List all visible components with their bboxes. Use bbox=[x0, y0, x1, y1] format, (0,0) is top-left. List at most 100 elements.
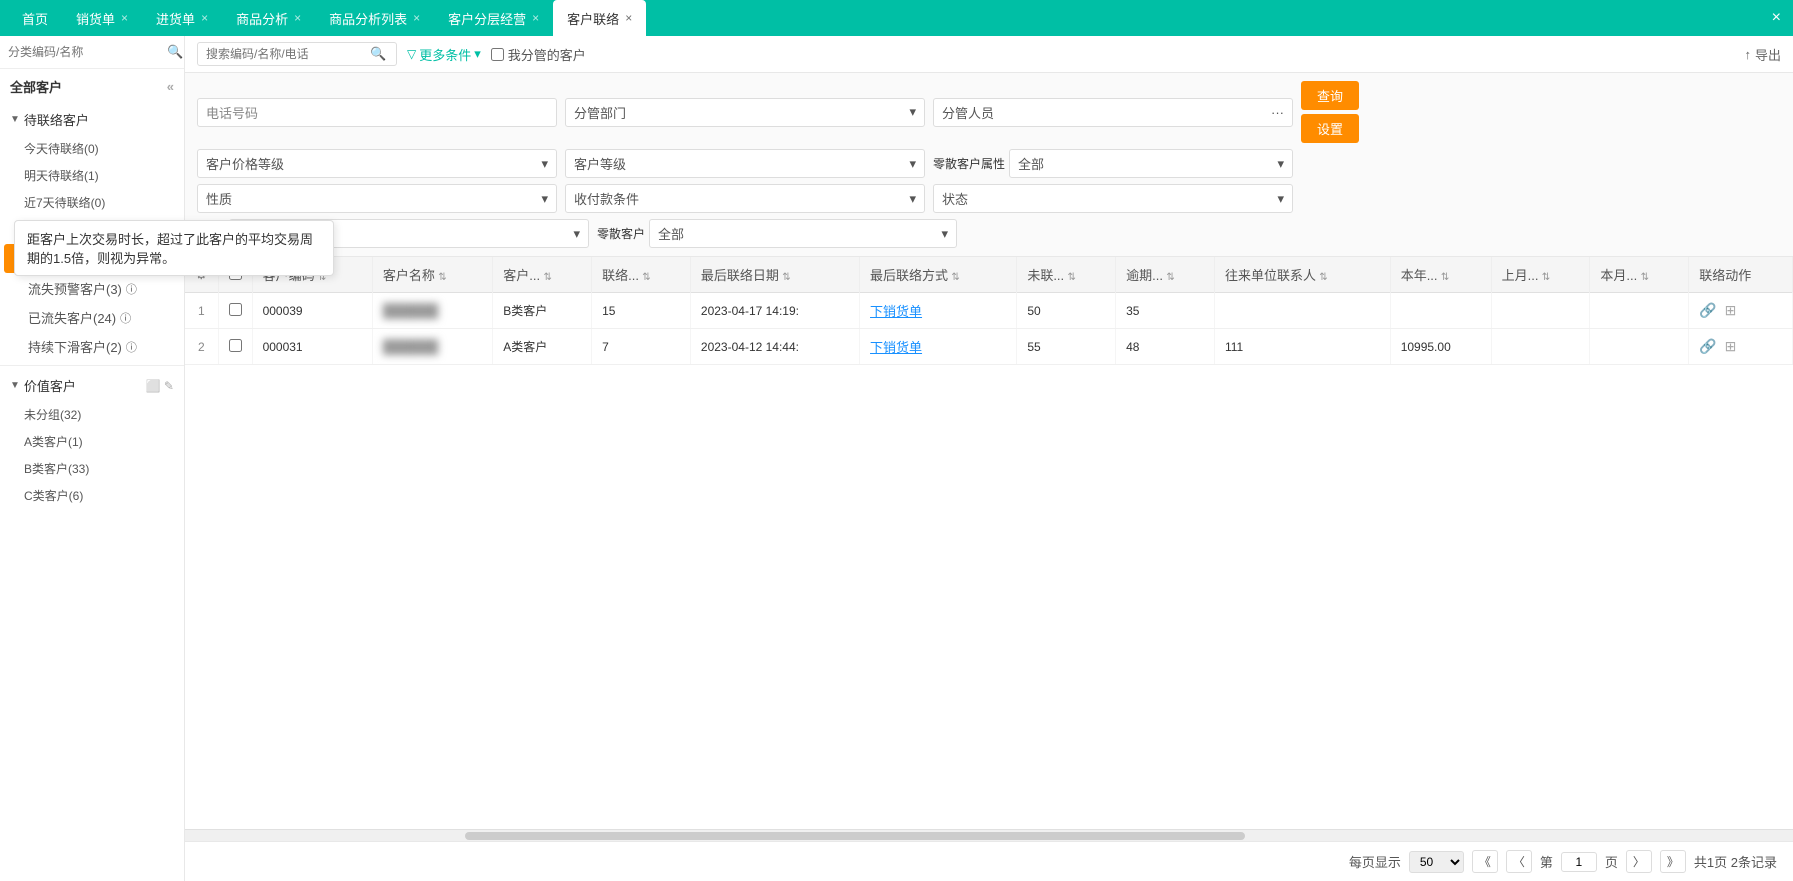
sidebar-divider bbox=[0, 365, 184, 366]
row1-last-method[interactable]: 下销货单 bbox=[860, 293, 1017, 329]
last-page-button[interactable]: 》 bbox=[1660, 850, 1686, 873]
per-page-select[interactable]: 50 100 200 bbox=[1409, 851, 1464, 873]
sidebar-item-7days[interactable]: 近7天待联络(0) bbox=[0, 189, 184, 216]
more-conditions-button[interactable]: ▽ 更多条件 ▾ bbox=[407, 45, 481, 64]
col-this-month[interactable]: 本月... ⇅ bbox=[1590, 257, 1689, 293]
nav-home[interactable]: 首页 bbox=[8, 0, 62, 36]
sidebar-item-class-a[interactable]: A类客户(1) bbox=[0, 428, 184, 455]
sidebar-section-value[interactable]: ▼ 价值客户 ⬜ ✎ bbox=[0, 370, 184, 401]
settings-button[interactable]: 设置 bbox=[1301, 114, 1359, 143]
sidebar-search-input[interactable] bbox=[8, 45, 163, 59]
row1-checkbox[interactable] bbox=[218, 293, 252, 329]
customer-type-chevron-icon: ▾ bbox=[573, 226, 580, 242]
row2-link-icon[interactable]: 🔗 bbox=[1699, 338, 1716, 355]
year-sort-icon: ⇅ bbox=[1441, 272, 1449, 283]
col-unit-contact[interactable]: 往来单位联系人 ⇅ bbox=[1214, 257, 1390, 293]
gender-select[interactable]: 性质 ▾ bbox=[197, 184, 557, 213]
info-icon-declining: ⓘ bbox=[126, 339, 137, 355]
main-search-input[interactable] bbox=[206, 47, 366, 61]
next-page-button[interactable]: 〉 bbox=[1626, 850, 1652, 873]
type-sort-icon: ⇅ bbox=[543, 272, 551, 283]
col-last-contact-date[interactable]: 最后联络日期 ⇅ bbox=[690, 257, 859, 293]
filter-row-1: 电话号码 分管部门 ▾ 分管人员 ··· 查询 设置 bbox=[197, 81, 1781, 143]
content-area: 🔍 ▽ 更多条件 ▾ 我分管的客户 ↑ 导出 电话号码 bbox=[185, 36, 1793, 881]
my-customer-checkbox[interactable]: 我分管的客户 bbox=[491, 45, 586, 64]
sidebar-item-tomorrow[interactable]: 明天待联络(1) bbox=[0, 162, 184, 189]
price-level-select[interactable]: 客户价格等级 ▾ bbox=[197, 149, 557, 178]
nav-product-analysis[interactable]: 商品分析 × bbox=[222, 0, 315, 36]
horizontal-scrollbar[interactable] bbox=[185, 829, 1793, 841]
row2-grid-icon[interactable]: ⊞ bbox=[1725, 338, 1737, 355]
col-contact-count[interactable]: 联络... ⇅ bbox=[592, 257, 691, 293]
row1-select-checkbox[interactable] bbox=[229, 303, 242, 316]
col-type[interactable]: 客户... ⇅ bbox=[493, 257, 592, 293]
retail-attr-select[interactable]: 全部 ▾ bbox=[1009, 149, 1293, 178]
row2-select-checkbox[interactable] bbox=[229, 339, 242, 352]
col-name[interactable]: 客户名称 ⇅ bbox=[372, 257, 492, 293]
overdue-sort-icon: ⇅ bbox=[1166, 272, 1174, 283]
sidebar-item-class-c[interactable]: C类客户(6) bbox=[0, 482, 184, 509]
info-icon-churned: ⓘ bbox=[120, 310, 131, 326]
gender-chevron-icon: ▾ bbox=[541, 191, 548, 207]
sidebar-collapse-icon[interactable]: « bbox=[167, 79, 174, 94]
sidebar-item-unclassified[interactable]: 未分组(32) bbox=[0, 401, 184, 428]
nav-customer-contact[interactable]: 客户联络 × bbox=[553, 0, 646, 36]
row2-index: 2 bbox=[185, 329, 218, 365]
payment-select[interactable]: 收付款条件 ▾ bbox=[565, 184, 925, 213]
date-sort-icon: ⇅ bbox=[782, 272, 790, 283]
row2-last-method[interactable]: 下销货单 bbox=[860, 329, 1017, 365]
window-close-button[interactable]: × bbox=[1772, 9, 1781, 27]
col-this-year[interactable]: 本年... ⇅ bbox=[1390, 257, 1491, 293]
customer-level-select[interactable]: 客户等级 ▾ bbox=[565, 149, 925, 178]
prev-page-button[interactable]: 〈 bbox=[1506, 850, 1532, 873]
close-sales-order-icon[interactable]: × bbox=[121, 11, 128, 25]
sidebar-item-class-b[interactable]: B类客户(33) bbox=[0, 455, 184, 482]
row1-link-icon[interactable]: 🔗 bbox=[1699, 302, 1716, 319]
edit-group-icon[interactable]: ⬜ ✎ bbox=[146, 379, 174, 393]
nav-purchase-order[interactable]: 进货单 × bbox=[142, 0, 222, 36]
manager-select[interactable]: 分管人员 ··· bbox=[933, 98, 1293, 127]
dept-select[interactable]: 分管部门 ▾ bbox=[565, 98, 925, 127]
unit-sort-icon: ⇅ bbox=[1319, 272, 1327, 283]
sidebar-item-today[interactable]: 今天待联络(0) bbox=[0, 135, 184, 162]
sidebar-item-churn-warning[interactable]: 流失预警客户(3) ⓘ bbox=[0, 274, 184, 303]
my-customer-check[interactable] bbox=[491, 48, 504, 61]
filter-bar: 🔍 ▽ 更多条件 ▾ 我分管的客户 ↑ 导出 bbox=[185, 36, 1793, 73]
scrollbar-thumb[interactable] bbox=[465, 832, 1245, 840]
col-overdue[interactable]: 逾期... ⇅ bbox=[1116, 257, 1215, 293]
row2-overdue: 48 bbox=[1116, 329, 1215, 365]
nav-customer-stratification[interactable]: 客户分层经营 × bbox=[434, 0, 553, 36]
main-layout: 🔍 全部客户 « ▼ 待联络客户 今天待联络(0) 明天待联络(1) 近7天待联… bbox=[0, 36, 1793, 881]
row1-type: B类客户 bbox=[493, 293, 592, 329]
sidebar-section-pending[interactable]: ▼ 待联络客户 bbox=[0, 104, 184, 135]
price-level-chevron-icon: ▾ bbox=[541, 156, 548, 172]
col-last-month[interactable]: 上月... ⇅ bbox=[1491, 257, 1590, 293]
page-number-input[interactable] bbox=[1561, 852, 1597, 872]
query-button[interactable]: 查询 bbox=[1301, 81, 1359, 110]
export-button[interactable]: ↑ 导出 bbox=[1744, 45, 1781, 64]
col-uncontact-days[interactable]: 未联... ⇅ bbox=[1017, 257, 1116, 293]
close-product-analysis-icon[interactable]: × bbox=[294, 11, 301, 25]
phone-field[interactable]: 电话号码 bbox=[197, 98, 557, 127]
main-search-icon[interactable]: 🔍 bbox=[370, 46, 386, 62]
filter-row-3: 性质 ▾ 收付款条件 ▾ 状态 ▾ bbox=[197, 184, 1781, 213]
sidebar-item-churned[interactable]: 已流失客户(24) ⓘ bbox=[0, 303, 184, 332]
col-last-contact-method[interactable]: 最后联络方式 ⇅ bbox=[860, 257, 1017, 293]
close-purchase-order-icon[interactable]: × bbox=[201, 11, 208, 25]
row2-code: 000031 bbox=[252, 329, 372, 365]
data-table-container: ⚙ 客户编码 ⇅ 客户名称 ⇅ 客户... ⇅ 联络... ⇅ 最后联络日期 ⇅… bbox=[185, 257, 1793, 829]
retail-customer-select[interactable]: 全部 ▾ bbox=[649, 219, 957, 248]
nav-sales-order[interactable]: 销货单 × bbox=[62, 0, 142, 36]
row2-type: A类客户 bbox=[493, 329, 592, 365]
status-select[interactable]: 状态 ▾ bbox=[933, 184, 1293, 213]
row2-checkbox[interactable] bbox=[218, 329, 252, 365]
first-page-button[interactable]: 《 bbox=[1472, 850, 1498, 873]
status-chevron-icon: ▾ bbox=[1277, 191, 1284, 207]
row1-grid-icon[interactable]: ⊞ bbox=[1725, 302, 1737, 319]
close-customer-contact-icon[interactable]: × bbox=[625, 11, 632, 25]
sidebar-search-icon[interactable]: 🔍 bbox=[167, 44, 183, 60]
sidebar-item-declining[interactable]: 持续下滑客户(2) ⓘ bbox=[0, 332, 184, 361]
nav-product-analysis-list[interactable]: 商品分析列表 × bbox=[315, 0, 434, 36]
close-product-analysis-list-icon[interactable]: × bbox=[413, 11, 420, 25]
close-customer-stratification-icon[interactable]: × bbox=[532, 11, 539, 25]
